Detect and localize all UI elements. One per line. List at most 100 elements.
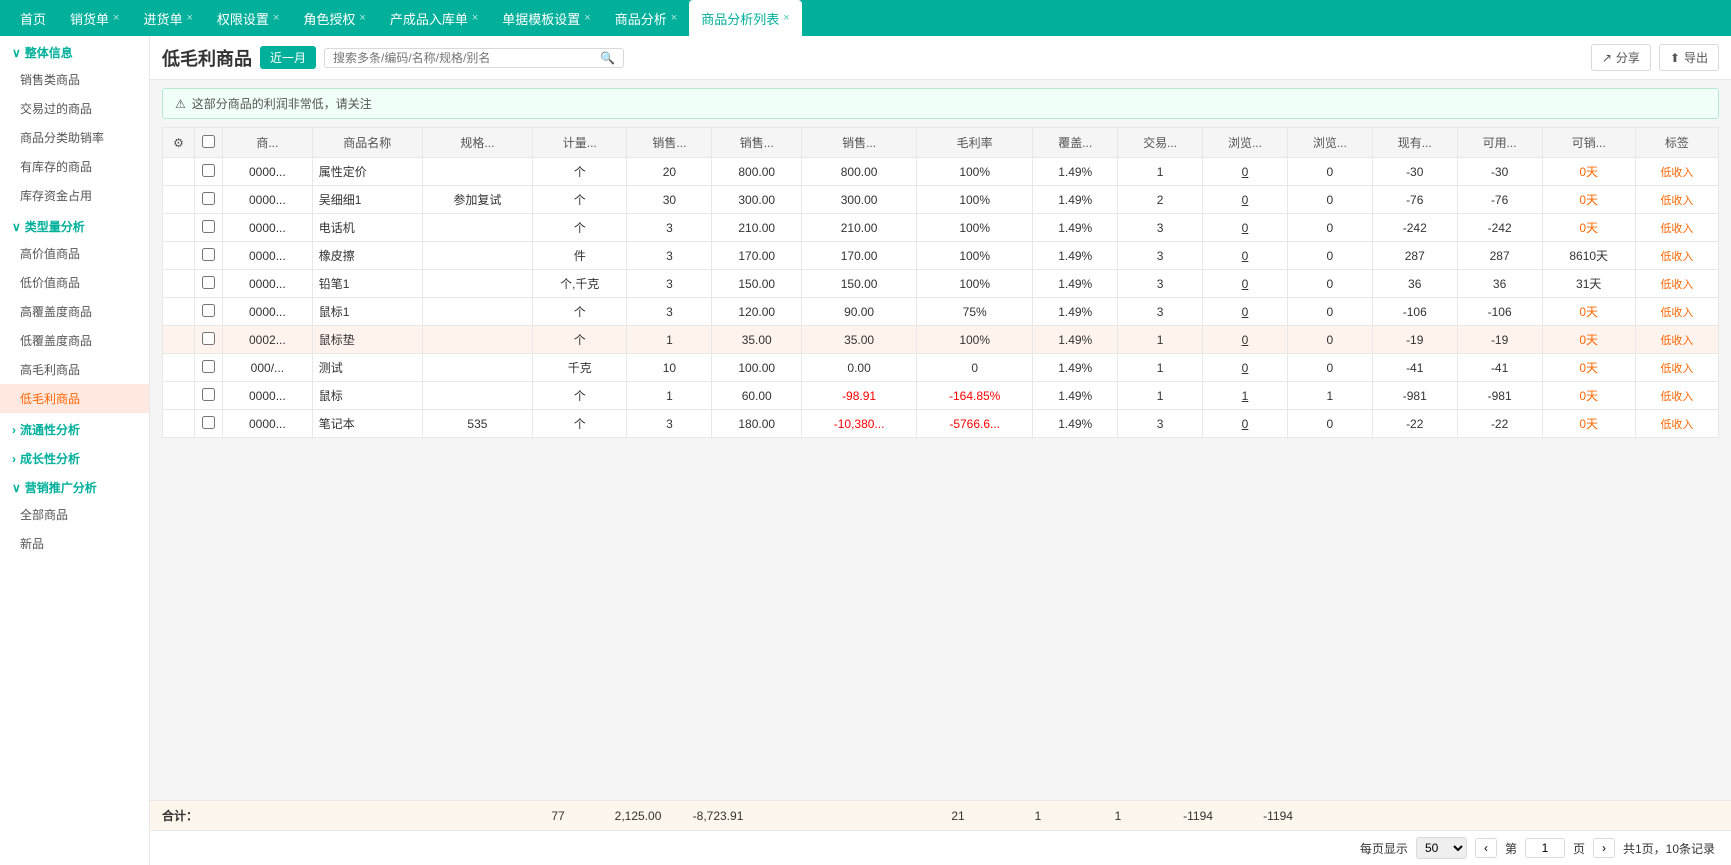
col-available[interactable]: 可用... bbox=[1457, 128, 1542, 158]
col-margin[interactable]: 毛利率 bbox=[917, 128, 1033, 158]
cell-checkbox-6[interactable] bbox=[195, 326, 223, 354]
nav-roles-close[interactable]: × bbox=[359, 12, 365, 24]
row-checkbox-3[interactable] bbox=[202, 248, 215, 261]
share-button[interactable]: ↗ 分享 bbox=[1591, 44, 1651, 71]
cell-checkbox-4[interactable] bbox=[195, 270, 223, 298]
cell-s7-5[interactable]: 0 bbox=[1203, 298, 1288, 326]
collapse-arrow-overview[interactable]: ∨ bbox=[12, 46, 21, 60]
col-name[interactable]: 商品名称 bbox=[312, 128, 422, 158]
search-input[interactable] bbox=[333, 51, 600, 65]
cell-unit-1: 个 bbox=[533, 186, 627, 214]
nav-roles[interactable]: 角色授权 × bbox=[291, 0, 377, 36]
nav-analysis-list-close[interactable]: × bbox=[783, 12, 789, 24]
select-all-checkbox[interactable] bbox=[202, 135, 215, 148]
sidebar-group-circulation: › 流通性分析 bbox=[0, 413, 149, 442]
cell-checkbox-3[interactable] bbox=[195, 242, 223, 270]
sidebar-item-high-margin[interactable]: 高毛利商品 bbox=[0, 355, 149, 384]
nav-templates-close[interactable]: × bbox=[584, 12, 590, 24]
cell-s10-8: -981 bbox=[1457, 382, 1542, 410]
sidebar-item-stock-capital[interactable]: 库存资金占用 bbox=[0, 181, 149, 210]
per-page-label: 每页显示 bbox=[1360, 840, 1408, 857]
cell-s7-3[interactable]: 0 bbox=[1203, 242, 1288, 270]
cell-spec-9: 535 bbox=[422, 410, 532, 438]
cell-checkbox-5[interactable] bbox=[195, 298, 223, 326]
sidebar-item-low-value[interactable]: 低价值商品 bbox=[0, 268, 149, 297]
cell-s5-4: 1.49% bbox=[1033, 270, 1118, 298]
col-sales2[interactable]: 销售... bbox=[712, 128, 802, 158]
col-checkbox[interactable] bbox=[195, 128, 223, 158]
cell-checkbox-7[interactable] bbox=[195, 354, 223, 382]
row-checkbox-5[interactable] bbox=[202, 304, 215, 317]
cell-s7-2[interactable]: 0 bbox=[1203, 214, 1288, 242]
sidebar-item-category-rate[interactable]: 商品分类助销率 bbox=[0, 123, 149, 152]
nav-analysis[interactable]: 商品分析 × bbox=[603, 0, 689, 36]
sidebar-item-traded-goods[interactable]: 交易过的商品 bbox=[0, 94, 149, 123]
cell-checkbox-2[interactable] bbox=[195, 214, 223, 242]
col-current[interactable]: 现有... bbox=[1372, 128, 1457, 158]
col-tag[interactable]: 标签 bbox=[1635, 128, 1718, 158]
sidebar-item-low-margin[interactable]: 低毛利商品 bbox=[0, 384, 149, 413]
row-checkbox-7[interactable] bbox=[202, 360, 215, 373]
nav-permissions[interactable]: 权限设置 × bbox=[205, 0, 291, 36]
sidebar-item-sales-goods[interactable]: 销售类商品 bbox=[0, 65, 149, 94]
cell-s7-0[interactable]: 0 bbox=[1203, 158, 1288, 186]
col-sales1[interactable]: 销售... bbox=[627, 128, 712, 158]
col-browse2[interactable]: 浏览... bbox=[1287, 128, 1372, 158]
row-checkbox-2[interactable] bbox=[202, 220, 215, 233]
collapse-arrow-type[interactable]: ∨ bbox=[12, 220, 21, 234]
collapse-arrow-growth[interactable]: › bbox=[12, 452, 16, 466]
cell-s7-6[interactable]: 0 bbox=[1203, 326, 1288, 354]
cell-checkbox-1[interactable] bbox=[195, 186, 223, 214]
nav-sales-close[interactable]: × bbox=[113, 12, 119, 24]
cell-checkbox-0[interactable] bbox=[195, 158, 223, 186]
cell-s7-4[interactable]: 0 bbox=[1203, 270, 1288, 298]
nav-purchase-close[interactable]: × bbox=[186, 12, 192, 24]
sidebar-item-high-value[interactable]: 高价值商品 bbox=[0, 239, 149, 268]
cell-s7-1[interactable]: 0 bbox=[1203, 186, 1288, 214]
sidebar-item-all-goods[interactable]: 全部商品 bbox=[0, 500, 149, 529]
cell-checkbox-9[interactable] bbox=[195, 410, 223, 438]
row-checkbox-4[interactable] bbox=[202, 276, 215, 289]
nav-products[interactable]: 产成品入库单 × bbox=[378, 0, 490, 36]
row-checkbox-6[interactable] bbox=[202, 332, 215, 345]
per-page-select[interactable]: 50 100 bbox=[1416, 837, 1467, 859]
search-icon[interactable]: 🔍 bbox=[600, 51, 615, 65]
collapse-arrow-marketing[interactable]: ∨ bbox=[12, 481, 21, 495]
nav-purchase[interactable]: 进货单 × bbox=[131, 0, 204, 36]
nav-analysis-close[interactable]: × bbox=[671, 12, 677, 24]
sidebar-item-low-coverage[interactable]: 低覆盖度商品 bbox=[0, 326, 149, 355]
page-input[interactable] bbox=[1525, 838, 1565, 858]
collapse-arrow-circulation[interactable]: › bbox=[12, 423, 16, 437]
row-checkbox-0[interactable] bbox=[202, 164, 215, 177]
cell-checkbox-8[interactable] bbox=[195, 382, 223, 410]
row-checkbox-1[interactable] bbox=[202, 192, 215, 205]
filter-button[interactable]: 近一月 bbox=[260, 46, 316, 69]
next-page-button[interactable]: › bbox=[1593, 838, 1615, 858]
col-sales3[interactable]: 销售... bbox=[802, 128, 917, 158]
cell-s7-8[interactable]: 1 bbox=[1203, 382, 1288, 410]
col-sellable[interactable]: 可销... bbox=[1542, 128, 1635, 158]
col-trade[interactable]: 交易... bbox=[1118, 128, 1203, 158]
row-checkbox-8[interactable] bbox=[202, 388, 215, 401]
nav-templates[interactable]: 单据模板设置 × bbox=[490, 0, 602, 36]
nav-products-close[interactable]: × bbox=[472, 12, 478, 24]
sidebar-item-new-goods[interactable]: 新品 bbox=[0, 529, 149, 558]
col-spec[interactable]: 规格... bbox=[422, 128, 532, 158]
col-settings[interactable]: ⚙ bbox=[163, 128, 195, 158]
nav-sales[interactable]: 销货单 × bbox=[58, 0, 131, 36]
nav-permissions-close[interactable]: × bbox=[273, 12, 279, 24]
row-checkbox-9[interactable] bbox=[202, 416, 215, 429]
export-button[interactable]: ⬆ 导出 bbox=[1659, 44, 1719, 71]
col-unit[interactable]: 计量... bbox=[533, 128, 627, 158]
prev-page-button[interactable]: ‹ bbox=[1475, 838, 1497, 858]
cell-s7-7[interactable]: 0 bbox=[1203, 354, 1288, 382]
col-coverage[interactable]: 覆盖... bbox=[1033, 128, 1118, 158]
col-code[interactable]: 商... bbox=[223, 128, 313, 158]
sidebar-item-in-stock[interactable]: 有库存的商品 bbox=[0, 152, 149, 181]
col-browse1[interactable]: 浏览... bbox=[1203, 128, 1288, 158]
cell-s7-9[interactable]: 0 bbox=[1203, 410, 1288, 438]
nav-analysis-list[interactable]: 商品分析列表 × bbox=[689, 0, 801, 36]
cell-spec-6 bbox=[422, 326, 532, 354]
sidebar-item-high-coverage[interactable]: 高覆盖度商品 bbox=[0, 297, 149, 326]
nav-home[interactable]: 首页 bbox=[8, 0, 58, 36]
